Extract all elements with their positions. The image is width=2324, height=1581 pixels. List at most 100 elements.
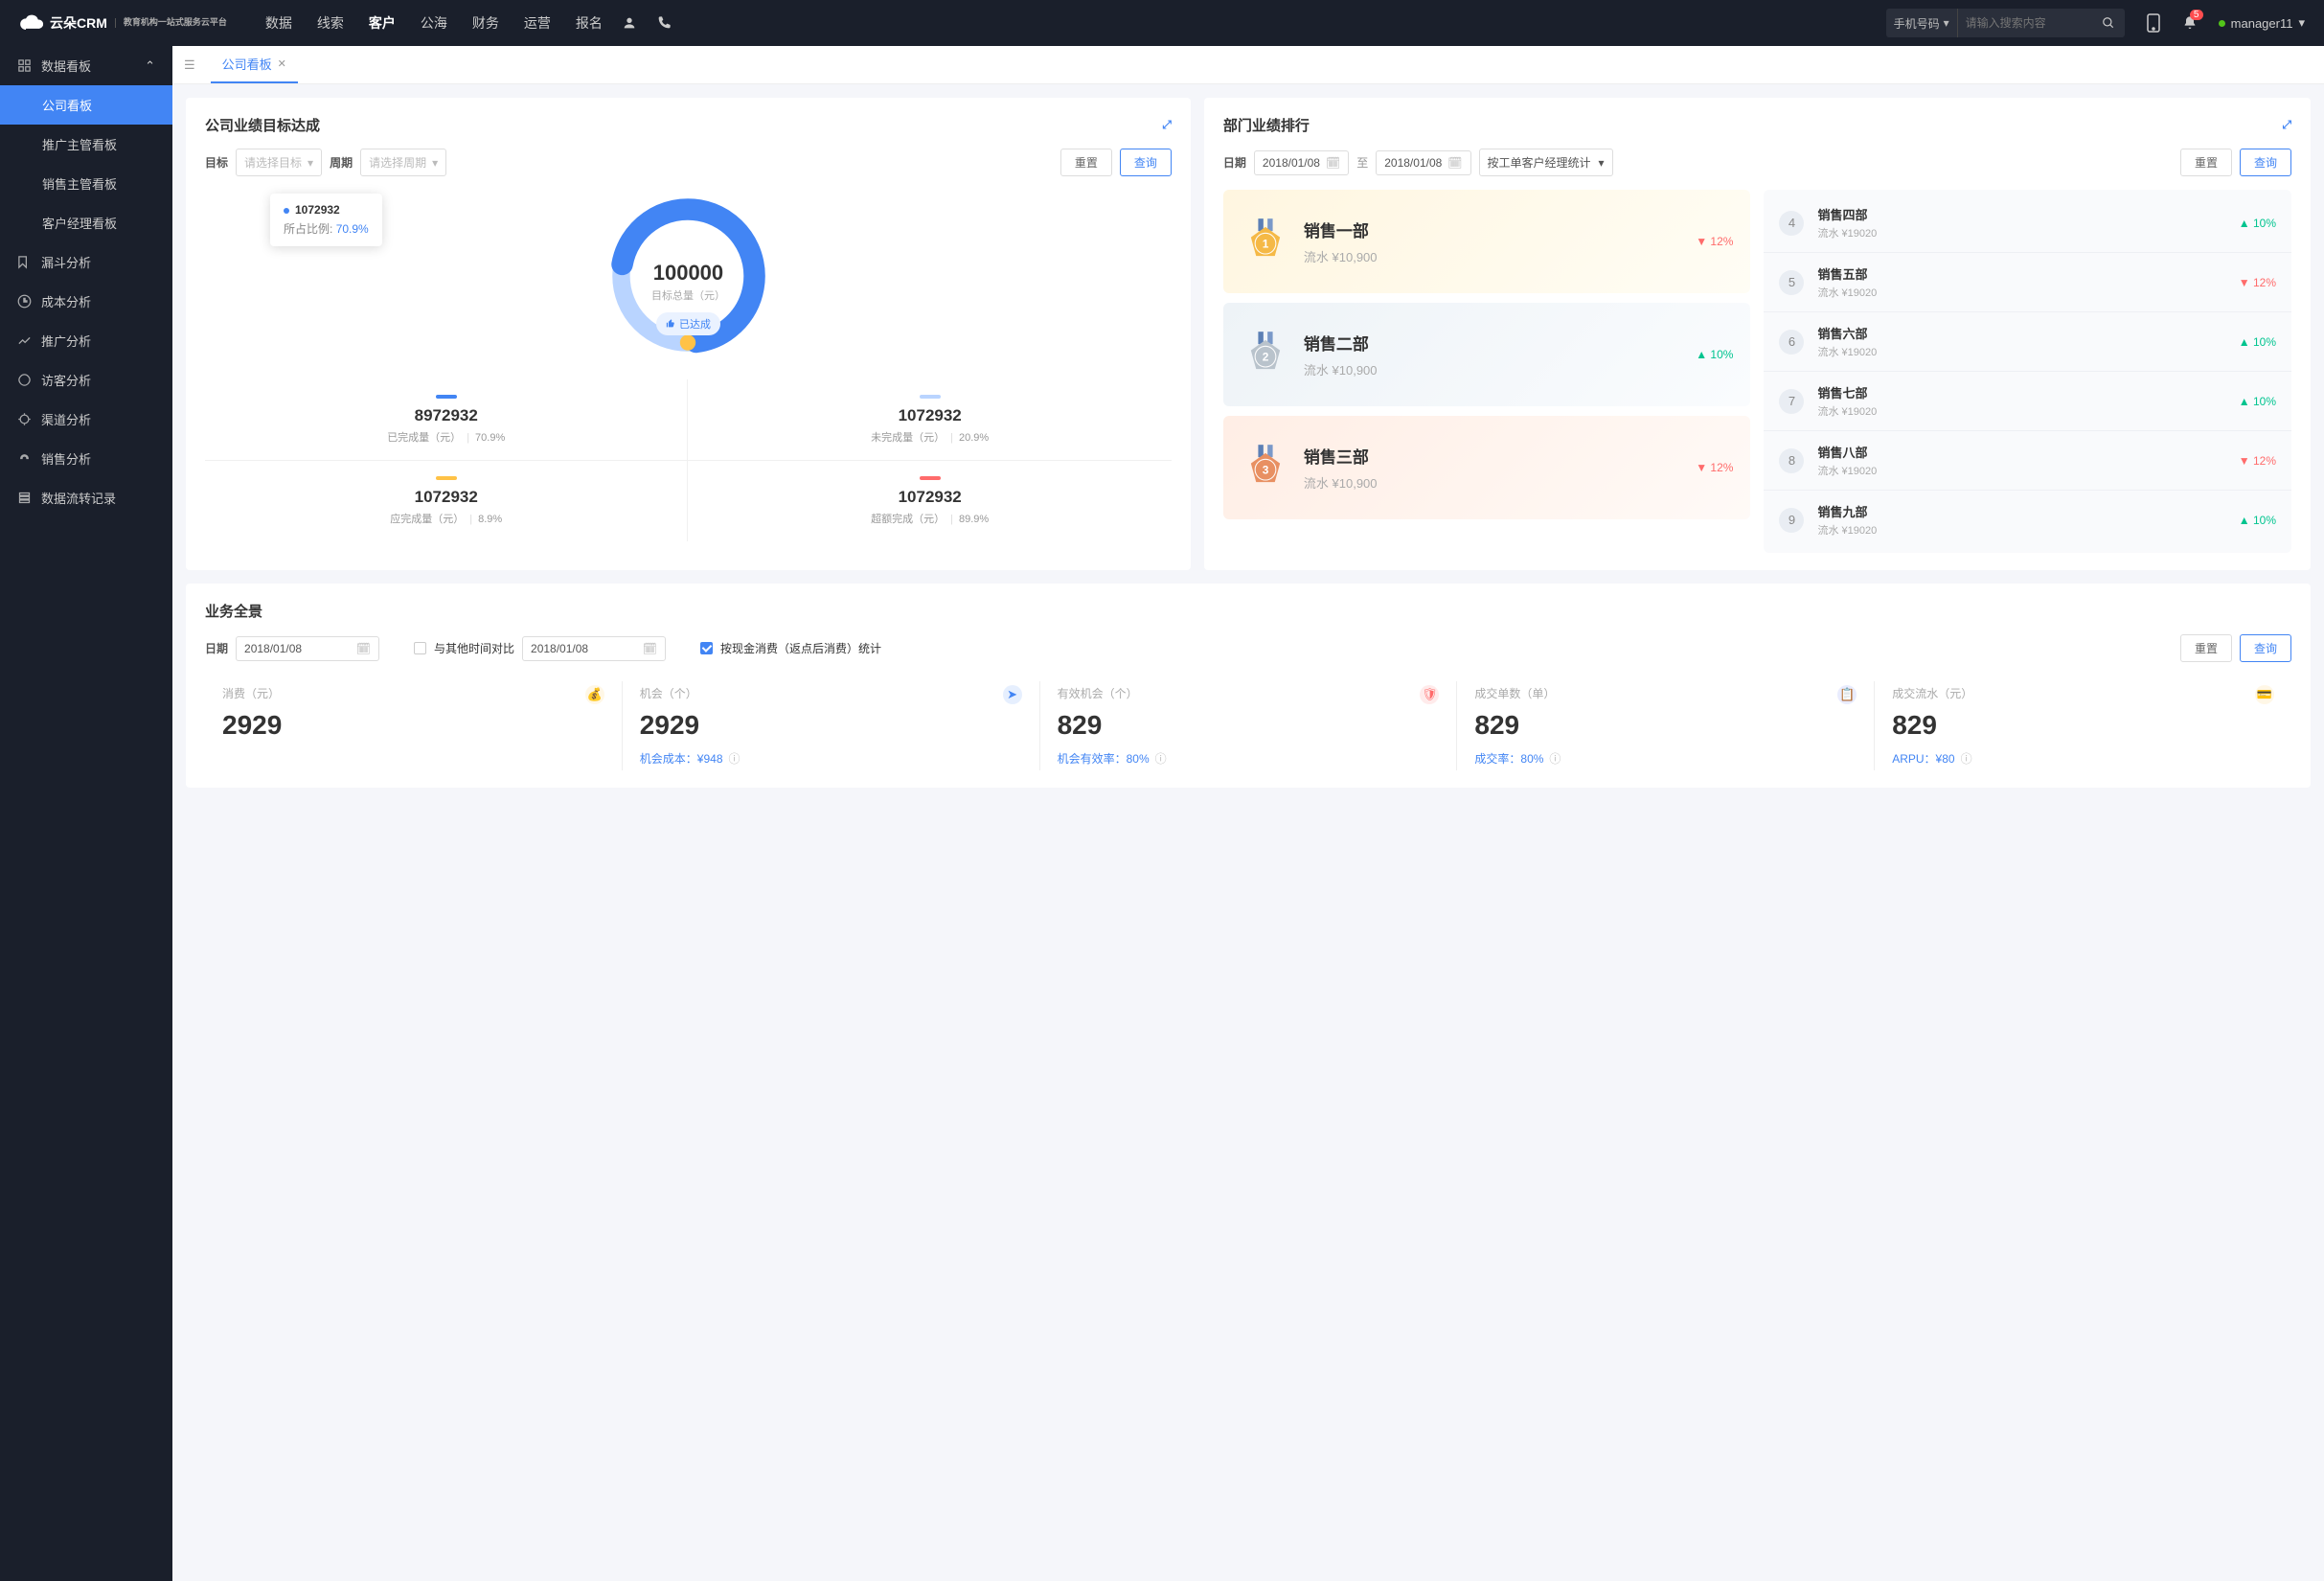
kpi-cell: 消费（元）💰2929 bbox=[205, 681, 622, 770]
stat-cell: 8972932已完成量（元）|70.9% bbox=[205, 379, 688, 461]
top-nav-item[interactable]: 客户 bbox=[369, 13, 396, 33]
donut-total: 100000 bbox=[205, 261, 1172, 286]
help-icon[interactable]: ⓘ bbox=[1549, 750, 1561, 767]
sidebar-sub-item[interactable]: 推广主管看板 bbox=[0, 125, 172, 164]
logo-subtitle: 教育机构一站式服务云平台 bbox=[115, 18, 227, 28]
medal-icon: 3 bbox=[1241, 443, 1290, 493]
tab-company-board[interactable]: 公司看板 ✕ bbox=[211, 47, 298, 83]
help-icon[interactable]: ⓘ bbox=[1155, 750, 1167, 767]
achieved-chip: 已达成 bbox=[656, 312, 720, 335]
phone-icon[interactable] bbox=[656, 15, 672, 31]
kpi-cell: 有效机会（个）🛡829机会有效率：80%ⓘ bbox=[1039, 681, 1457, 770]
reset-button[interactable]: 重置 bbox=[2180, 634, 2232, 662]
query-button[interactable]: 查询 bbox=[1120, 149, 1172, 176]
label-date: 日期 bbox=[205, 640, 228, 656]
query-button[interactable]: 查询 bbox=[2240, 149, 2291, 176]
cash-checkbox[interactable] bbox=[700, 642, 713, 654]
donut-chart: 1072932 所占比例: 70.9% 100000 目标总量（元） bbox=[205, 190, 1172, 362]
overview-date2[interactable]: 2018/01/08🗓 bbox=[522, 636, 666, 661]
top-nav-item[interactable]: 运营 bbox=[524, 13, 551, 33]
kpi-icon: 💰 bbox=[585, 685, 604, 704]
chevron-down-icon: ▾ bbox=[2298, 15, 2305, 31]
kpi-icon: 💳 bbox=[2255, 685, 2274, 704]
menu-toggle-icon[interactable]: ☰ bbox=[184, 57, 195, 73]
compare-label: 与其他时间对比 bbox=[434, 640, 514, 656]
device-icon[interactable] bbox=[2146, 13, 2161, 33]
date-to[interactable]: 2018/01/08🗓 bbox=[1376, 150, 1470, 175]
rank-row: 5销售五部流水 ¥19020▼ 12% bbox=[1764, 253, 2291, 312]
date-from[interactable]: 2018/01/08🗓 bbox=[1254, 150, 1349, 175]
stat-by-select[interactable]: 按工单客户经理统计▾ bbox=[1479, 149, 1613, 176]
expand-icon[interactable]: ⤢ bbox=[1162, 118, 1172, 132]
overview-card: 业务全景 日期 2018/01/08🗓 与其他时间对比 2018/01/08🗓 … bbox=[186, 584, 2311, 788]
tab-bar: ☰ 公司看板 ✕ bbox=[172, 46, 2324, 84]
compare-checkbox[interactable] bbox=[414, 642, 426, 654]
donut-sublabel: 目标总量（元） bbox=[205, 287, 1172, 303]
ranking-card: 部门业绩排行 ⤢ 日期 2018/01/08🗓 至 2018/01/08🗓 按工… bbox=[1204, 98, 2311, 570]
notification-badge: 5 bbox=[2190, 10, 2203, 20]
label-target: 目标 bbox=[205, 154, 228, 171]
kpi-cell: 机会（个）➤2929机会成本：¥948ⓘ bbox=[622, 681, 1039, 770]
stat-cell: 1072932未完成量（元）|20.9% bbox=[688, 379, 1171, 461]
reset-button[interactable]: 重置 bbox=[2180, 149, 2232, 176]
expand-icon[interactable]: ⤢ bbox=[2282, 118, 2291, 132]
search-input[interactable] bbox=[1958, 11, 2092, 35]
cash-label: 按现金消费（返点后消费）统计 bbox=[720, 640, 881, 656]
user-icon[interactable] bbox=[622, 15, 637, 31]
chart-tooltip: 1072932 所占比例: 70.9% bbox=[270, 194, 382, 246]
nav-icon bbox=[17, 294, 32, 309]
main-content: ☰ 公司看板 ✕ 公司业绩目标达成 ⤢ 目标 请选择目标▾ 周期 bbox=[172, 46, 2324, 1581]
medal-icon: 2 bbox=[1241, 330, 1290, 379]
top-nav-item[interactable]: 报名 bbox=[576, 13, 603, 33]
card-title-overview: 业务全景 bbox=[205, 601, 262, 621]
sidebar-item[interactable]: 渠道分析 bbox=[0, 400, 172, 439]
search-type-select[interactable]: 手机号码▾ bbox=[1886, 9, 1958, 37]
top-nav-item[interactable]: 数据 bbox=[265, 13, 292, 33]
rank-row: 7销售七部流水 ¥19020▲ 10% bbox=[1764, 372, 2291, 431]
nav-icon bbox=[17, 373, 32, 387]
rank-row: 4销售四部流水 ¥19020▲ 10% bbox=[1764, 194, 2291, 253]
rank-card-top: 3销售三部流水 ¥10,900▼ 12% bbox=[1223, 416, 1751, 519]
dashboard-icon bbox=[17, 58, 32, 73]
close-icon[interactable]: ✕ bbox=[278, 57, 286, 70]
target-card: 公司业绩目标达成 ⤢ 目标 请选择目标▾ 周期 请选择周期▾ 重置 查询 bbox=[186, 98, 1191, 570]
help-icon[interactable]: ⓘ bbox=[1961, 750, 1972, 767]
rank-row: 8销售八部流水 ¥19020▼ 12% bbox=[1764, 431, 2291, 491]
sidebar-header-dashboard[interactable]: 数据看板 ⌃ bbox=[0, 46, 172, 85]
sidebar-item[interactable]: 数据流转记录 bbox=[0, 478, 172, 517]
top-nav-item[interactable]: 公海 bbox=[421, 13, 447, 33]
sidebar-sub-item[interactable]: 销售主管看板 bbox=[0, 164, 172, 203]
nav-icon bbox=[17, 333, 32, 348]
top-nav: 数据 线索 客户 公海 财务 运营 报名 bbox=[265, 13, 603, 33]
sidebar-item[interactable]: 漏斗分析 bbox=[0, 242, 172, 282]
top-nav-item[interactable]: 财务 bbox=[472, 13, 499, 33]
select-period[interactable]: 请选择周期▾ bbox=[360, 149, 446, 176]
sidebar-item[interactable]: 推广分析 bbox=[0, 321, 172, 360]
sidebar-item[interactable]: 访客分析 bbox=[0, 360, 172, 400]
select-target[interactable]: 请选择目标▾ bbox=[236, 149, 322, 176]
search-button[interactable] bbox=[2092, 16, 2125, 30]
sidebar: 数据看板 ⌃ 公司看板推广主管看板销售主管看板客户经理看板 漏斗分析成本分析推广… bbox=[0, 46, 172, 1581]
svg-text:2: 2 bbox=[1263, 351, 1269, 364]
stat-cell: 1072932应完成量（元）|8.9% bbox=[205, 461, 688, 541]
label-period: 周期 bbox=[330, 154, 353, 171]
overview-date1[interactable]: 2018/01/08🗓 bbox=[236, 636, 379, 661]
sidebar-sub-item[interactable]: 公司看板 bbox=[0, 85, 172, 125]
cloud-icon bbox=[19, 13, 46, 33]
user-menu[interactable]: manager11 ▾ bbox=[2219, 15, 2305, 31]
sidebar-item[interactable]: 销售分析 bbox=[0, 439, 172, 478]
sidebar-item[interactable]: 成本分析 bbox=[0, 282, 172, 321]
rank-card-top: 2销售二部流水 ¥10,900▲ 10% bbox=[1223, 303, 1751, 406]
query-button[interactable]: 查询 bbox=[2240, 634, 2291, 662]
nav-icon bbox=[17, 412, 32, 426]
stat-cell: 1072932超额完成（元）|89.9% bbox=[688, 461, 1171, 541]
kpi-cell: 成交单数（单）📋829成交率：80%ⓘ bbox=[1456, 681, 1874, 770]
bell-icon[interactable]: 5 bbox=[2182, 14, 2198, 32]
top-nav-item[interactable]: 线索 bbox=[317, 13, 344, 33]
help-icon[interactable]: ⓘ bbox=[729, 750, 740, 767]
reset-button[interactable]: 重置 bbox=[1060, 149, 1112, 176]
label-date: 日期 bbox=[1223, 154, 1246, 171]
sidebar-sub-item[interactable]: 客户经理看板 bbox=[0, 203, 172, 242]
chevron-up-icon: ⌃ bbox=[145, 58, 155, 74]
label-to: 至 bbox=[1356, 154, 1368, 171]
